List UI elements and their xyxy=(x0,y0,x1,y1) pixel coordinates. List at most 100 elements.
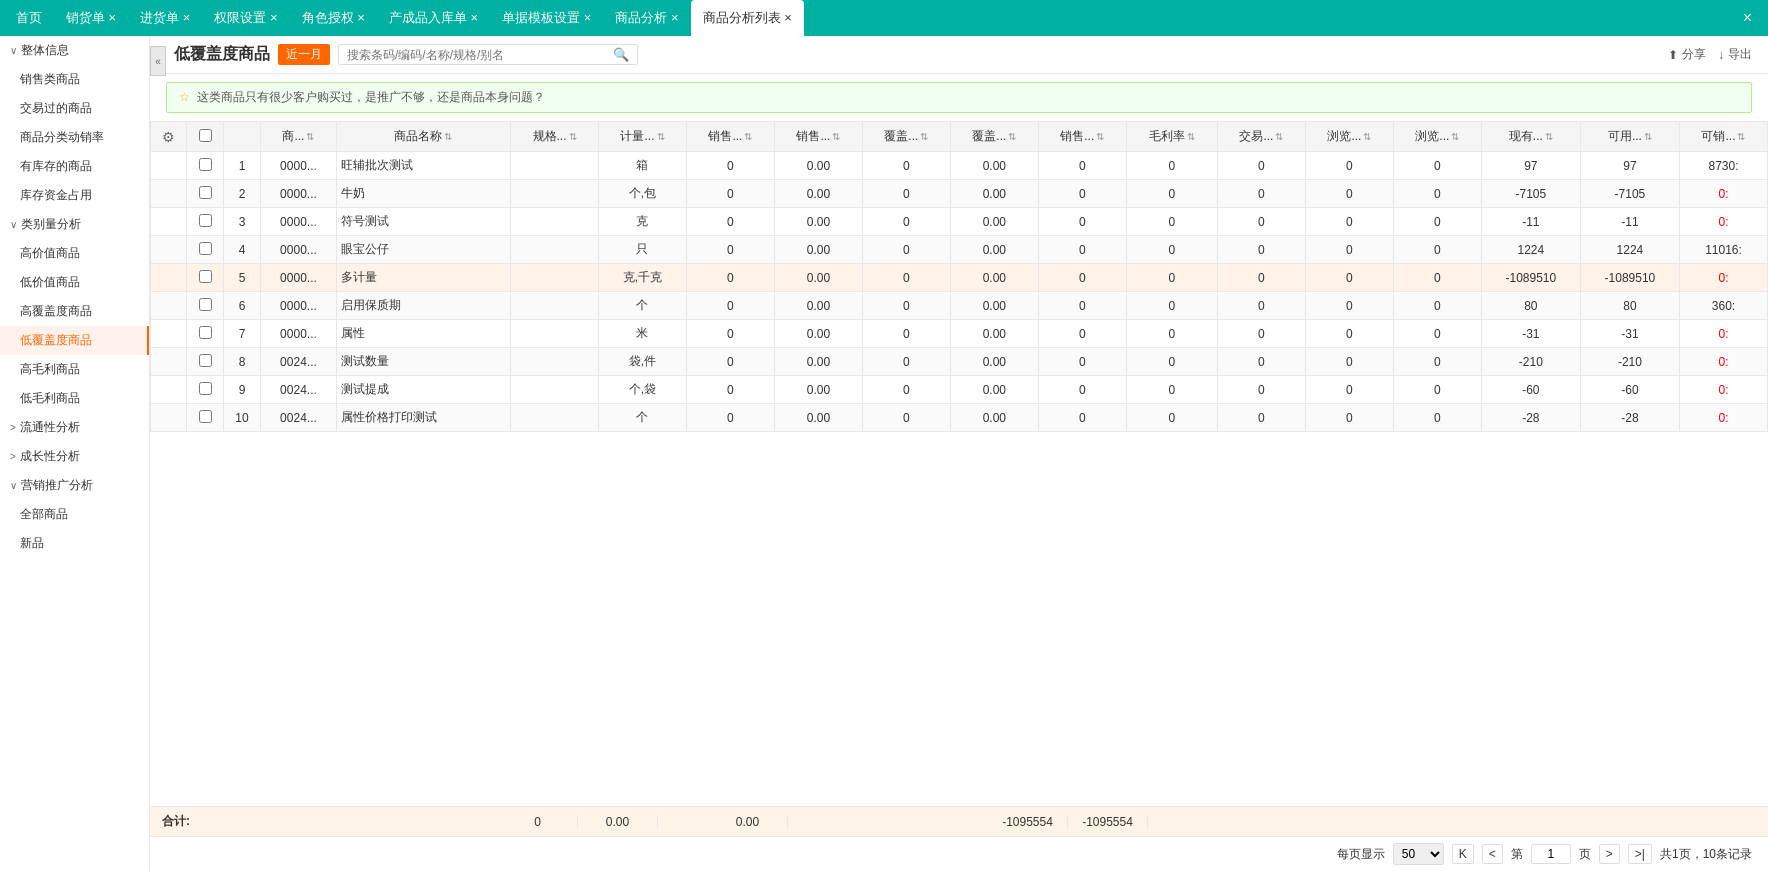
content-header: 低覆盖度商品 近一月 🔍 ⬆ 分享 ↓ 导出 xyxy=(150,36,1768,74)
browse1-link[interactable]: 0 xyxy=(1346,187,1353,201)
sidebar-item-high-value[interactable]: 高价值商品 xyxy=(0,239,149,268)
first-page-btn[interactable]: K xyxy=(1452,844,1474,864)
sidebar-item-low-coverage[interactable]: 低覆盖度商品 xyxy=(0,326,149,355)
th-gross-margin[interactable]: 毛利率⇅ xyxy=(1126,122,1217,152)
sidebar-item-new-goods[interactable]: 新品 xyxy=(0,529,149,558)
sidebar-item-low-profit[interactable]: 低毛利商品 xyxy=(0,384,149,413)
select-all-checkbox[interactable] xyxy=(199,129,212,142)
sidebar-item-all-goods[interactable]: 全部商品 xyxy=(0,500,149,529)
share-btn[interactable]: ⬆ 分享 xyxy=(1668,46,1706,63)
footer-sales-qty: 0 xyxy=(498,815,578,829)
row-checkbox[interactable] xyxy=(199,242,212,255)
nav-home[interactable]: 首页 xyxy=(4,0,54,36)
browse1-link[interactable]: 0 xyxy=(1346,215,1353,229)
row-checkbox[interactable] xyxy=(199,298,212,311)
export-btn[interactable]: ↓ 导出 xyxy=(1718,46,1752,63)
row-checkbox[interactable] xyxy=(199,270,212,283)
th-code[interactable]: 商...⇅ xyxy=(261,122,337,152)
table-row: 20000...牛奶个,包00.0000.0000000-7105-71050: xyxy=(151,180,1768,208)
th-sales-amt[interactable]: 销售...⇅ xyxy=(774,122,862,152)
next-page-btn[interactable]: > xyxy=(1599,844,1620,864)
th-browse1[interactable]: 浏览...⇅ xyxy=(1305,122,1393,152)
browse1-link[interactable]: 0 xyxy=(1346,383,1353,397)
th-available[interactable]: 可用...⇅ xyxy=(1580,122,1679,152)
sidebar-item-goods-trend[interactable]: 商品分类动销率 xyxy=(0,123,149,152)
row-checkbox[interactable] xyxy=(199,158,212,171)
arrow-growth: > xyxy=(10,451,16,462)
sort-sellable-icon: ⇅ xyxy=(1737,131,1745,142)
content-area: « 低覆盖度商品 近一月 🔍 ⬆ 分享 ↓ 导出 xyxy=(150,36,1768,871)
nav-sales[interactable]: 销货单 × xyxy=(54,0,128,36)
sidebar-section-flow[interactable]: > 流通性分析 xyxy=(0,413,149,442)
th-settings[interactable]: ⚙ xyxy=(151,122,187,152)
row-checkbox[interactable] xyxy=(199,186,212,199)
nav-analysis-list[interactable]: 商品分析列表 × xyxy=(691,0,804,36)
table-wrapper[interactable]: ⚙ 商...⇅ 商品名称⇅ 规格...⇅ 计量...⇅ 销售...⇅ 销售...… xyxy=(150,121,1768,806)
share-icon: ⬆ xyxy=(1668,48,1678,62)
row-checkbox[interactable] xyxy=(199,354,212,367)
share-label: 分享 xyxy=(1682,46,1706,63)
sidebar-section-overall-label: 整体信息 xyxy=(21,42,69,59)
nav-template[interactable]: 单据模板设置 × xyxy=(490,0,603,36)
row-checkbox[interactable] xyxy=(199,214,212,227)
sidebar-section-category[interactable]: ∨ 类别量分析 xyxy=(0,210,149,239)
th-sales-qty[interactable]: 销售...⇅ xyxy=(686,122,774,152)
sidebar-item-inventory-capital[interactable]: 库存资金占用 xyxy=(0,181,149,210)
th-transaction[interactable]: 交易...⇅ xyxy=(1217,122,1305,152)
browse1-link[interactable]: 0 xyxy=(1346,355,1353,369)
search-input[interactable] xyxy=(347,48,613,62)
table-row: 40000...眼宝公仔只00.0000.0000000122412241101… xyxy=(151,236,1768,264)
time-filter-btn[interactable]: 近一月 xyxy=(278,44,330,65)
sidebar-section-growth[interactable]: > 成长性分析 xyxy=(0,442,149,471)
sidebar-item-traded-goods[interactable]: 交易过的商品 xyxy=(0,94,149,123)
nav-permission[interactable]: 权限设置 × xyxy=(202,0,289,36)
th-spec[interactable]: 规格...⇅ xyxy=(511,122,599,152)
table-row: 30000...符号测试克00.0000.0000000-11-110: xyxy=(151,208,1768,236)
page-suffix: 页 xyxy=(1579,846,1591,863)
sort-spec-icon: ⇅ xyxy=(569,131,577,142)
browse1-link[interactable]: 0 xyxy=(1346,411,1353,425)
search-icon[interactable]: 🔍 xyxy=(613,47,629,62)
nav-product[interactable]: 产成品入库单 × xyxy=(377,0,490,36)
sidebar-item-low-value[interactable]: 低价值商品 xyxy=(0,268,149,297)
sidebar-section-overall[interactable]: ∨ 整体信息 xyxy=(0,36,149,65)
table-header-row: ⚙ 商...⇅ 商品名称⇅ 规格...⇅ 计量...⇅ 销售...⇅ 销售...… xyxy=(151,122,1768,152)
sidebar-item-inventory-goods[interactable]: 有库存的商品 xyxy=(0,152,149,181)
th-browse2[interactable]: 浏览...⇅ xyxy=(1393,122,1481,152)
th-sellable[interactable]: 可销...⇅ xyxy=(1679,122,1767,152)
th-name[interactable]: 商品名称⇅ xyxy=(336,122,510,152)
row-checkbox[interactable] xyxy=(199,410,212,423)
sidebar-collapse-btn[interactable]: « xyxy=(150,46,166,76)
browse1-link[interactable]: 0 xyxy=(1346,299,1353,313)
browse1-link[interactable]: 0 xyxy=(1346,271,1353,285)
browse1-link[interactable]: 0 xyxy=(1346,327,1353,341)
sidebar-item-high-profit[interactable]: 高毛利商品 xyxy=(0,355,149,384)
sidebar-section-marketing[interactable]: ∨ 营销推广分析 xyxy=(0,471,149,500)
table-row: 70000...属性米00.0000.0000000-31-310: xyxy=(151,320,1768,348)
table-row: 100024...属性价格打印测试个00.0000.0000000-28-280… xyxy=(151,404,1768,432)
close-all-btn[interactable]: × xyxy=(1731,0,1764,36)
th-sales-info[interactable]: 销售...⇅ xyxy=(1038,122,1126,152)
table-row: 80024...测试数量袋,件00.0000.0000000-210-2100: xyxy=(151,348,1768,376)
th-coverage1[interactable]: 覆盖...⇅ xyxy=(862,122,950,152)
nav-purchase[interactable]: 进货单 × xyxy=(128,0,202,36)
info-banner: ☆ 这类商品只有很少客户购买过，是推广不够，还是商品本身问题？ xyxy=(166,82,1752,113)
th-checkbox[interactable] xyxy=(187,122,223,152)
browse1-link[interactable]: 0 xyxy=(1346,159,1353,173)
sidebar-item-sales-goods[interactable]: 销售类商品 xyxy=(0,65,149,94)
th-unit[interactable]: 计量...⇅ xyxy=(599,122,687,152)
row-checkbox[interactable] xyxy=(199,382,212,395)
per-page-select[interactable]: 50 10 20 100 xyxy=(1393,843,1444,865)
sort-sales-info-icon: ⇅ xyxy=(1096,131,1104,142)
prev-page-btn[interactable]: < xyxy=(1482,844,1503,864)
nav-role[interactable]: 角色授权 × xyxy=(290,0,377,36)
nav-analysis[interactable]: 商品分析 × xyxy=(603,0,690,36)
th-current[interactable]: 现有...⇅ xyxy=(1481,122,1580,152)
th-coverage2[interactable]: 覆盖...⇅ xyxy=(950,122,1038,152)
last-page-btn[interactable]: >| xyxy=(1628,844,1652,864)
table-row: 90024...测试提成个,袋00.0000.0000000-60-600: xyxy=(151,376,1768,404)
browse1-link[interactable]: 0 xyxy=(1346,243,1353,257)
sidebar-item-high-coverage[interactable]: 高覆盖度商品 xyxy=(0,297,149,326)
page-input[interactable] xyxy=(1531,844,1571,864)
row-checkbox[interactable] xyxy=(199,326,212,339)
